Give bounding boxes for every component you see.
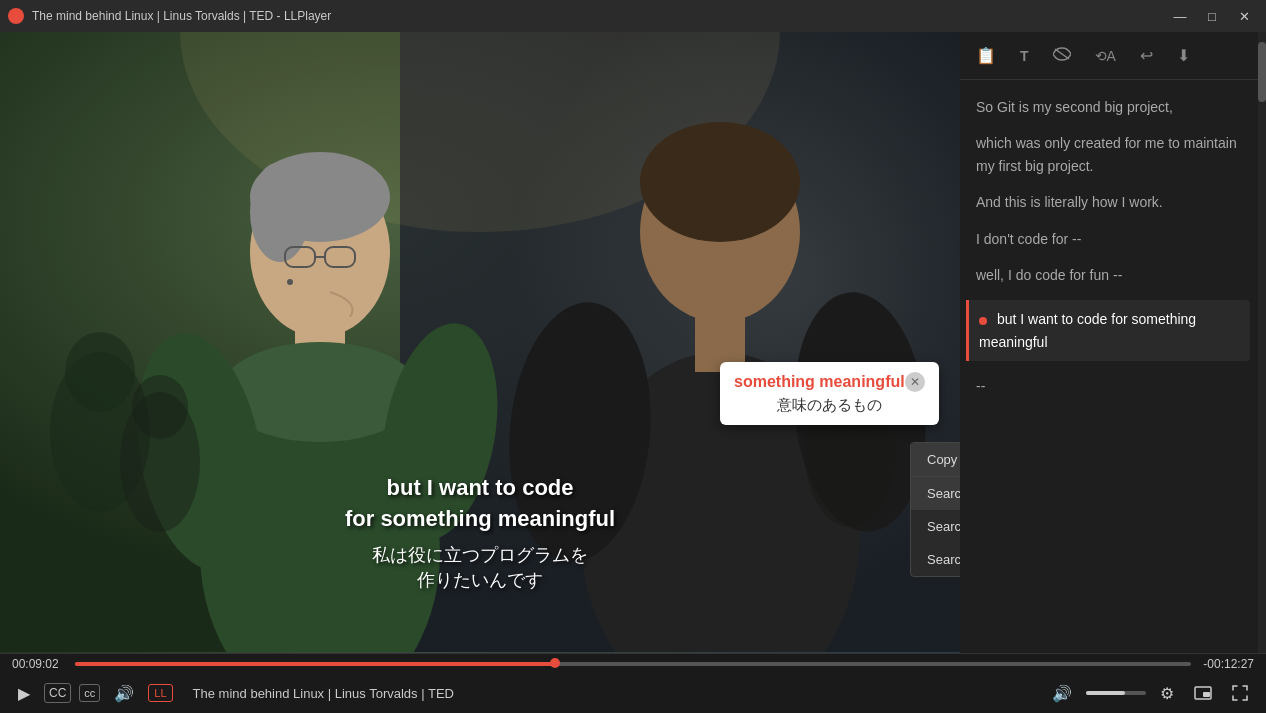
settings-button[interactable]: ⚙	[1154, 680, 1180, 707]
video-frame: but I want to code for something meaning…	[0, 32, 960, 653]
active-indicator	[979, 317, 987, 325]
context-menu-search-longman[interactable]: Search Longman	[911, 543, 960, 576]
volume-slider[interactable]	[1086, 691, 1146, 695]
sidebar-scrollbar-thumb[interactable]	[1258, 42, 1266, 102]
tooltip-word: something meaningful	[734, 373, 905, 391]
context-menu: Copy Search Google Search Wiktionary Sea…	[910, 442, 960, 577]
svg-line-28	[1055, 49, 1069, 59]
progress-fill	[75, 662, 555, 666]
transcript-icon[interactable]: 📋	[972, 42, 1000, 69]
cc-button-2[interactable]: cc	[79, 684, 100, 702]
titlebar-controls: — □ ✕	[1166, 6, 1258, 26]
time-remaining: -00:12:27	[1199, 657, 1254, 671]
tooltip-close-button[interactable]: ✕	[905, 372, 925, 392]
context-menu-search-google[interactable]: Search Google	[911, 477, 960, 510]
text-icon[interactable]: T	[1016, 44, 1033, 68]
fullscreen-button[interactable]	[1226, 681, 1254, 705]
subtitle-container: but I want to code for something meaning…	[180, 473, 780, 593]
sidebar-scrollbar-track	[1258, 32, 1266, 653]
maximize-button[interactable]: □	[1198, 6, 1226, 26]
volume-button[interactable]: 🔊	[108, 680, 140, 707]
app-icon	[8, 8, 24, 24]
transcript-line-6-active[interactable]: but I want to code for something meaning…	[966, 300, 1250, 361]
main-content: but I want to code for something meaning…	[0, 32, 1266, 653]
video-controls: 00:09:02 -00:12:27 ▶ CC cc 🔊 LL The mind…	[0, 653, 1266, 713]
transcript-line-2[interactable]: which was only created for me to maintai…	[976, 132, 1250, 177]
download-icon[interactable]: ⬇	[1173, 42, 1194, 69]
subtitle-japanese: 私は役に立つプログラムを 作りたいんです	[180, 543, 780, 593]
progress-thumb	[550, 658, 560, 668]
titlebar: The mind behind Linux | Linus Torvalds |…	[0, 0, 1266, 32]
transcript-line-4[interactable]: I don't code for --	[976, 228, 1250, 250]
time-current: 00:09:02	[12, 657, 67, 671]
controls-left: ▶ CC cc 🔊 LL The mind behind Linux | Lin…	[12, 680, 454, 707]
ll-logo-button[interactable]: LL	[148, 684, 172, 702]
volume-right-button[interactable]: 🔊	[1046, 680, 1078, 707]
controls-row: ▶ CC cc 🔊 LL The mind behind Linux | Lin…	[0, 674, 1266, 713]
cc-button-1[interactable]: CC	[44, 683, 71, 703]
translate-icon[interactable]: ⟲A	[1091, 44, 1120, 68]
sidebar-toolbar: 📋 T ⟲A ↩ ⬇	[960, 32, 1266, 80]
subtitle-english: but I want to code for something meaning…	[180, 473, 780, 535]
svg-point-19	[640, 122, 800, 242]
titlebar-left: The mind behind Linux | Linus Torvalds |…	[8, 8, 331, 24]
video-title: The mind behind Linux | Linus Torvalds |…	[193, 686, 454, 701]
minimize-button[interactable]: —	[1166, 6, 1194, 26]
context-menu-copy[interactable]: Copy	[911, 443, 960, 476]
transcript-line-1[interactable]: So Git is my second big project,	[976, 96, 1250, 118]
pip-button[interactable]	[1188, 682, 1218, 704]
context-menu-search-wiktionary[interactable]: Search Wiktionary	[911, 510, 960, 543]
volume-fill	[1086, 691, 1125, 695]
progress-container: 00:09:02 -00:12:27	[0, 654, 1266, 674]
transcript-line-7[interactable]: --	[976, 375, 1250, 397]
word-tooltip: something meaningful ✕ 意味のあるもの	[720, 362, 939, 425]
close-button[interactable]: ✕	[1230, 6, 1258, 26]
svg-point-13	[287, 279, 293, 285]
tooltip-translation: 意味のあるもの	[734, 396, 925, 415]
transcript-area[interactable]: So Git is my second big project, which w…	[960, 80, 1266, 653]
window-title: The mind behind Linux | Linus Torvalds |…	[32, 9, 331, 23]
svg-point-23	[65, 332, 135, 412]
eye-icon[interactable]	[1049, 43, 1075, 69]
play-button[interactable]: ▶	[12, 680, 36, 707]
transcript-line-5[interactable]: well, I do code for fun --	[976, 264, 1250, 286]
svg-rect-30	[1203, 692, 1210, 697]
controls-right: 🔊 ⚙	[1046, 680, 1254, 707]
loop-icon[interactable]: ↩	[1136, 42, 1157, 69]
svg-point-27	[132, 375, 188, 439]
progress-bar[interactable]	[75, 662, 1191, 666]
transcript-panel: 📋 T ⟲A ↩ ⬇ So Git is my second big proje…	[960, 32, 1266, 653]
tooltip-header: something meaningful ✕	[734, 372, 925, 392]
transcript-line-3[interactable]: And this is literally how I work.	[976, 191, 1250, 213]
video-area[interactable]: but I want to code for something meaning…	[0, 32, 960, 653]
